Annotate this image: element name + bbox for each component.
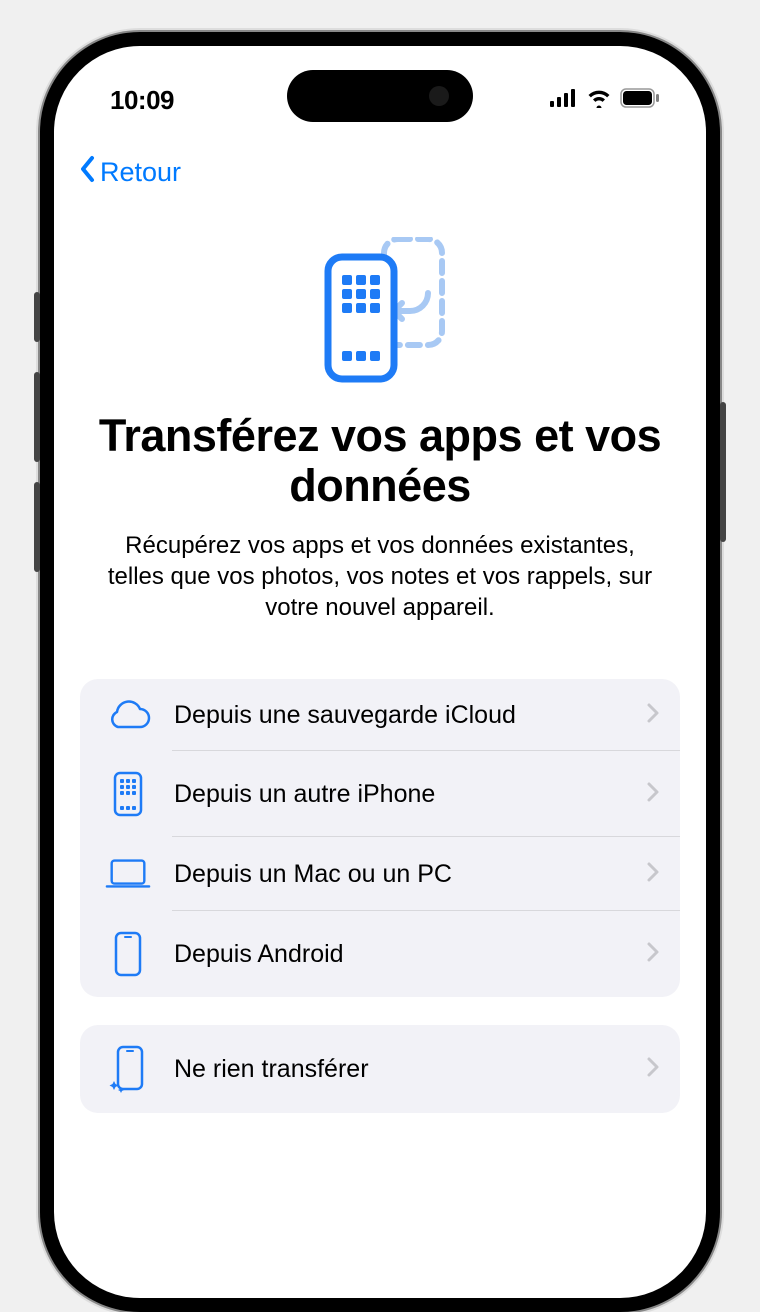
page-title: Transférez vos apps et vos données xyxy=(90,411,670,512)
option-label: Depuis un Mac ou un PC xyxy=(174,860,624,889)
option-another-iphone[interactable]: Depuis un autre iPhone xyxy=(80,751,680,837)
back-button[interactable]: Retour xyxy=(78,154,181,191)
screen: 10:09 Retour xyxy=(54,46,706,1298)
chevron-left-icon xyxy=(78,154,98,191)
volume-down-button xyxy=(34,482,40,572)
secondary-options-list: Ne rien transférer xyxy=(80,1025,680,1113)
chevron-right-icon xyxy=(646,861,660,888)
laptop-icon xyxy=(104,857,152,891)
page-subtitle: Récupérez vos apps et vos données exista… xyxy=(90,530,670,624)
option-label: Depuis un autre iPhone xyxy=(174,780,624,809)
chevron-right-icon xyxy=(646,941,660,968)
status-indicators xyxy=(550,88,660,113)
option-icloud-backup[interactable]: Depuis une sauvegarde iCloud xyxy=(80,679,680,751)
option-label: Ne rien transférer xyxy=(174,1055,624,1084)
chevron-right-icon xyxy=(646,1056,660,1083)
volume-up-button xyxy=(34,372,40,462)
cloud-icon xyxy=(104,699,152,731)
content: Transférez vos apps et vos données Récup… xyxy=(54,201,706,623)
chevron-right-icon xyxy=(646,781,660,808)
back-label: Retour xyxy=(100,157,181,188)
phone-frame: 10:09 Retour xyxy=(40,32,720,1312)
nav-bar: Retour xyxy=(54,126,706,201)
option-android[interactable]: Depuis Android xyxy=(80,911,680,997)
cellular-icon xyxy=(550,89,578,112)
dynamic-island xyxy=(287,70,473,122)
option-label: Depuis Android xyxy=(174,940,624,969)
wifi-icon xyxy=(586,88,612,113)
power-button xyxy=(720,402,726,542)
silence-switch xyxy=(34,292,40,342)
transfer-options-list: Depuis une sauvegarde iCloud Depuis un a… xyxy=(80,679,680,997)
option-mac-or-pc[interactable]: Depuis un Mac ou un PC xyxy=(80,837,680,911)
phone-sparkle-icon xyxy=(104,1045,152,1093)
status-time: 10:09 xyxy=(110,85,174,116)
option-transfer-nothing[interactable]: Ne rien transférer xyxy=(80,1025,680,1113)
phone-outline-icon xyxy=(104,931,152,977)
iphone-icon xyxy=(104,771,152,817)
chevron-right-icon xyxy=(646,702,660,729)
transfer-hero-icon xyxy=(90,237,670,387)
battery-icon xyxy=(620,88,660,113)
option-label: Depuis une sauvegarde iCloud xyxy=(174,701,624,730)
